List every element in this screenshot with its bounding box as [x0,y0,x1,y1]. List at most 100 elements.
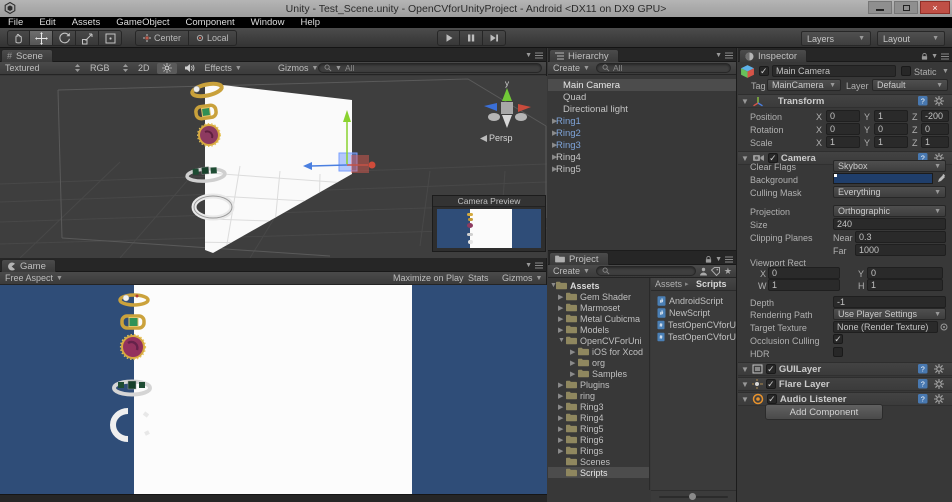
step-button[interactable] [483,30,506,46]
size-field[interactable]: 240 [833,218,946,230]
tag-dropdown[interactable]: MainCamera ▼ [767,79,841,91]
rect-tool-button[interactable] [99,30,122,46]
expand-arrow-icon[interactable]: ▶ [558,381,566,389]
viewport-x-field[interactable]: 0 [768,267,840,279]
tree-item-plugins[interactable]: ▶ Plugins [558,379,649,390]
tree-item-ring6[interactable]: ▶ Ring6 [558,434,649,445]
inspector-panel-menu[interactable]: ▼ [921,52,949,61]
tree-item-gem-shader[interactable]: ▶ Gem Shader [558,291,649,302]
project-panel-menu[interactable]: ▼ [705,255,733,264]
hand-tool-button[interactable] [7,30,30,46]
collapse-arrow-icon[interactable]: ▼ [548,282,557,289]
tab-hierarchy[interactable]: Hierarchy [549,49,619,62]
breadcrumb-root[interactable]: Assets [655,279,682,289]
hierarchy-panel-menu[interactable]: ▼ [715,52,733,59]
help-icon[interactable]: ? [918,96,928,106]
pause-button[interactable] [460,30,483,46]
tab-game[interactable]: Game [1,259,56,272]
tree-item-metal-cubicma[interactable]: ▶ Metal Cubicma [558,313,649,324]
tree-item-models[interactable]: ▶ Models [558,324,649,335]
play-button[interactable] [437,30,460,46]
eyedropper-icon[interactable] [937,173,946,183]
tab-scene[interactable]: # Scene [1,49,53,62]
game-viewport[interactable] [0,285,547,494]
slider-knob[interactable] [689,493,696,500]
expand-arrow-icon[interactable]: ▶ [558,392,566,400]
tree-item-samples[interactable]: ▶ Samples [570,368,649,379]
background-color-swatch[interactable] [833,173,933,184]
clear-flags-dropdown[interactable]: Skybox ▼ [833,160,946,172]
static-checkbox[interactable] [901,66,911,76]
perspective-toggle[interactable]: Persp [480,133,513,143]
scale-z-field[interactable]: 1 [921,136,949,148]
guilayer-header[interactable]: ▼ ✓ GUILayer ? [738,362,952,376]
depth-field[interactable]: -1 [833,296,946,308]
file-androidscript[interactable]: # AndroidScript [657,295,736,307]
expand-arrow-icon[interactable]: ▶ [548,117,557,125]
effects-dropdown[interactable]: Effects ▼ [200,62,247,75]
help-icon[interactable]: ? [918,364,928,374]
tree-item-ring4[interactable]: ▶ Ring4 [558,412,649,423]
hierarchy-item-directional-light[interactable]: Directional light [548,103,736,115]
tree-item-assets[interactable]: ▼ Assets [548,280,649,291]
object-picker-icon[interactable] [940,323,948,331]
maximize-on-play-toggle[interactable]: Maximize on Play [388,272,469,285]
expand-arrow-icon[interactable]: ▶ [558,326,566,334]
layer-dropdown[interactable]: Default ▼ [872,79,948,91]
hierarchy-item-ring3[interactable]: ▶ Ring3 [548,139,736,151]
menu-file[interactable]: File [0,17,31,28]
menu-edit[interactable]: Edit [31,17,63,28]
menu-gameobject[interactable]: GameObject [108,17,177,28]
asset-store-icon[interactable] [699,267,708,276]
transform-header[interactable]: ▼ Transform ? [738,94,952,108]
culling-mask-dropdown[interactable]: Everything ▼ [833,186,946,198]
file-newscript[interactable]: # NewScript [657,307,736,319]
tree-item-ring5[interactable]: ▶ Ring5 [558,423,649,434]
hierarchy-search-input[interactable]: All [596,63,731,73]
help-icon[interactable]: ? [918,394,928,404]
expand-arrow-icon[interactable]: ▶ [558,425,566,433]
expand-arrow-icon[interactable]: ▶ [570,359,578,367]
expand-arrow-icon[interactable]: ▶ [548,141,557,149]
menu-window[interactable]: Window [243,17,293,28]
position-y-field[interactable]: 1 [874,110,908,122]
expand-arrow-icon[interactable]: ▶ [570,370,578,378]
help-icon[interactable]: ? [918,379,928,389]
foldout-arrow-icon[interactable]: ▼ [738,380,752,389]
pivot-center-button[interactable]: Center [135,30,190,46]
tree-item-rings[interactable]: ▶ Rings [558,445,649,456]
audio-toggle[interactable] [179,62,200,75]
breadcrumb-current[interactable]: Scripts [696,279,727,289]
rotation-z-field[interactable]: 0 [921,123,949,135]
scale-y-field[interactable]: 1 [874,136,908,148]
favorites-icon[interactable]: ★ [724,266,732,277]
guilayer-enabled-checkbox[interactable]: ✓ [765,364,776,374]
foldout-arrow-icon[interactable]: ▼ [738,365,752,374]
move-tool-button[interactable] [30,30,53,46]
expand-arrow-icon[interactable]: ▶ [558,447,566,455]
channels-dropdown[interactable]: RGB [85,62,133,75]
2d-toggle[interactable]: 2D [133,62,155,75]
expand-arrow-icon[interactable]: ▶ [548,165,557,173]
gameobject-icon[interactable] [740,64,755,79]
pivot-local-button[interactable]: Local [189,30,237,46]
layout-dropdown[interactable]: Layout ▼ [877,31,945,46]
menu-help[interactable]: Help [292,17,328,28]
project-create-button[interactable]: Create ▼ [548,265,595,278]
tree-item-ring[interactable]: ▶ ring [558,390,649,401]
layers-dropdown[interactable]: Layers ▼ [801,31,871,46]
scale-x-field[interactable]: 1 [826,136,860,148]
hierarchy-item-ring2[interactable]: ▶ Ring2 [548,127,736,139]
hierarchy-item-quad[interactable]: Quad [548,91,736,103]
thumbnail-size-slider[interactable] [651,490,736,502]
maximize-button[interactable] [894,1,918,14]
occlusion-culling-checkbox[interactable]: ✓ [833,334,843,344]
add-component-button[interactable]: Add Component [765,404,883,420]
rotation-y-field[interactable]: 0 [874,123,908,135]
minimize-button[interactable] [868,1,892,14]
viewport-h-field[interactable]: 1 [867,279,943,291]
draw-mode-dropdown[interactable]: Textured [0,62,85,75]
tree-item-marmoset[interactable]: ▶ Marmoset [558,302,649,313]
lighting-toggle[interactable] [156,62,177,74]
tree-item-scripts[interactable]: Scripts [548,467,649,478]
